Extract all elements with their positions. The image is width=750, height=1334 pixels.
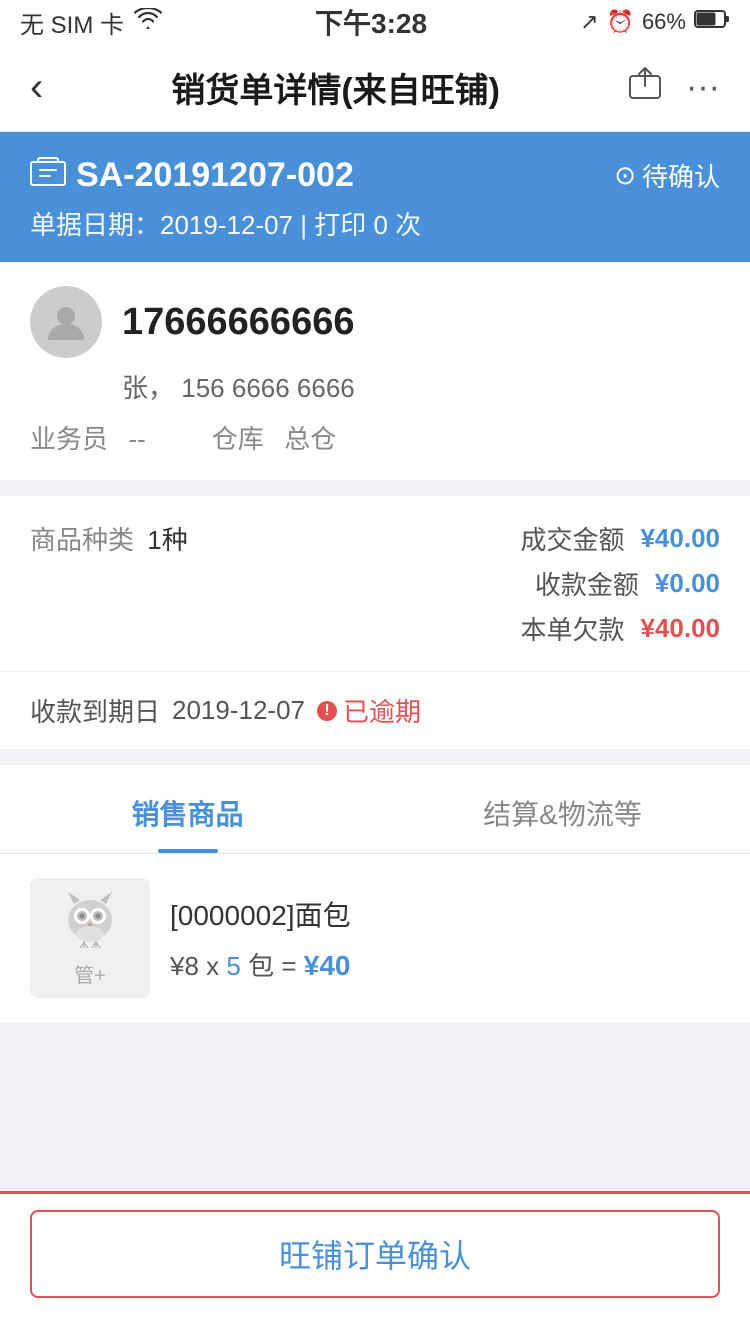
avatar — [30, 286, 102, 358]
amounts: 成交金额 ¥40.00 收款金额 ¥0.00 本单欠款 ¥40.00 — [520, 520, 720, 647]
warehouse-field: 仓库 总仓 — [212, 419, 342, 456]
customer-meta: 业务员 -- 仓库 总仓 — [30, 419, 720, 456]
nav-bar: ‹ 销货单详情(来自旺铺) ··· — [0, 44, 750, 132]
product-owl-icon — [50, 888, 130, 957]
customer-card: 17666666666 张， 156 6666 6666 业务员 -- 仓库 总… — [0, 262, 750, 480]
product-name: [0000002]面包 — [170, 894, 720, 934]
status-carrier: 无 SIM 卡 — [20, 5, 162, 40]
carrier-text: 无 SIM 卡 — [20, 5, 124, 40]
status-icons: ↗ ⏰ 66% — [580, 9, 730, 35]
summary-card: 商品种类 1种 成交金额 ¥40.00 收款金额 ¥0.00 本单欠款 ¥40.… — [0, 496, 750, 671]
wifi-icon — [134, 8, 162, 37]
page-title: 销货单详情(来自旺铺) — [171, 63, 500, 112]
clock-icon: ⊙ — [614, 160, 636, 191]
more-icon[interactable]: ··· — [686, 68, 720, 107]
order-status: ⊙ 待确认 — [614, 157, 720, 194]
alarm-icon: ⏰ — [607, 9, 634, 35]
product-thumbnail: 管+ — [30, 878, 150, 998]
order-id: SA-20191207-002 — [30, 156, 354, 195]
tab-sales-products[interactable]: 销售商品 — [0, 765, 375, 853]
customer-phone: 17666666666 — [122, 301, 354, 344]
product-list: 管+ [0000002]面包 ¥8 x 5 包 = ¥40 — [0, 854, 750, 1022]
overdue-badge: ! 已逾期 — [317, 692, 421, 729]
order-icon — [30, 156, 66, 195]
tabs: 销售商品 结算&物流等 — [0, 765, 750, 854]
product-type: 商品种类 1种 — [30, 520, 188, 557]
battery-text: 66% — [642, 9, 686, 35]
salesman-field: 业务员 -- — [30, 419, 152, 456]
back-button[interactable]: ‹ — [30, 65, 43, 110]
nav-actions: ··· — [628, 66, 720, 109]
order-date: 单据日期：2019-12-07 | 打印 0 次 — [30, 205, 720, 242]
confirm-button[interactable]: 旺铺订单确认 — [30, 1210, 720, 1298]
product-info: [0000002]面包 ¥8 x 5 包 = ¥40 — [170, 894, 720, 983]
status-bar: 无 SIM 卡 下午3:28 ↗ ⏰ 66% — [0, 0, 750, 44]
product-item: 管+ [0000002]面包 ¥8 x 5 包 = ¥40 — [0, 854, 750, 1022]
battery-icon — [694, 9, 730, 35]
customer-name: 张， 156 6666 6666 — [122, 368, 720, 405]
location-icon: ↗ — [580, 9, 598, 35]
confirm-button-container: 旺铺订单确认 — [0, 1191, 750, 1334]
divider-1 — [0, 480, 750, 496]
share-icon[interactable] — [628, 66, 662, 109]
due-date-row: 收款到期日 2019-12-07 ! 已逾期 — [0, 671, 750, 749]
overdue-icon: ! — [317, 701, 337, 721]
product-price: ¥8 x 5 包 = ¥40 — [170, 946, 720, 983]
tab-settlement[interactable]: 结算&物流等 — [375, 765, 750, 853]
status-time: 下午3:28 — [315, 2, 427, 42]
owl-plus-text: 管+ — [50, 959, 130, 988]
order-header: SA-20191207-002 ⊙ 待确认 单据日期：2019-12-07 | … — [0, 132, 750, 262]
